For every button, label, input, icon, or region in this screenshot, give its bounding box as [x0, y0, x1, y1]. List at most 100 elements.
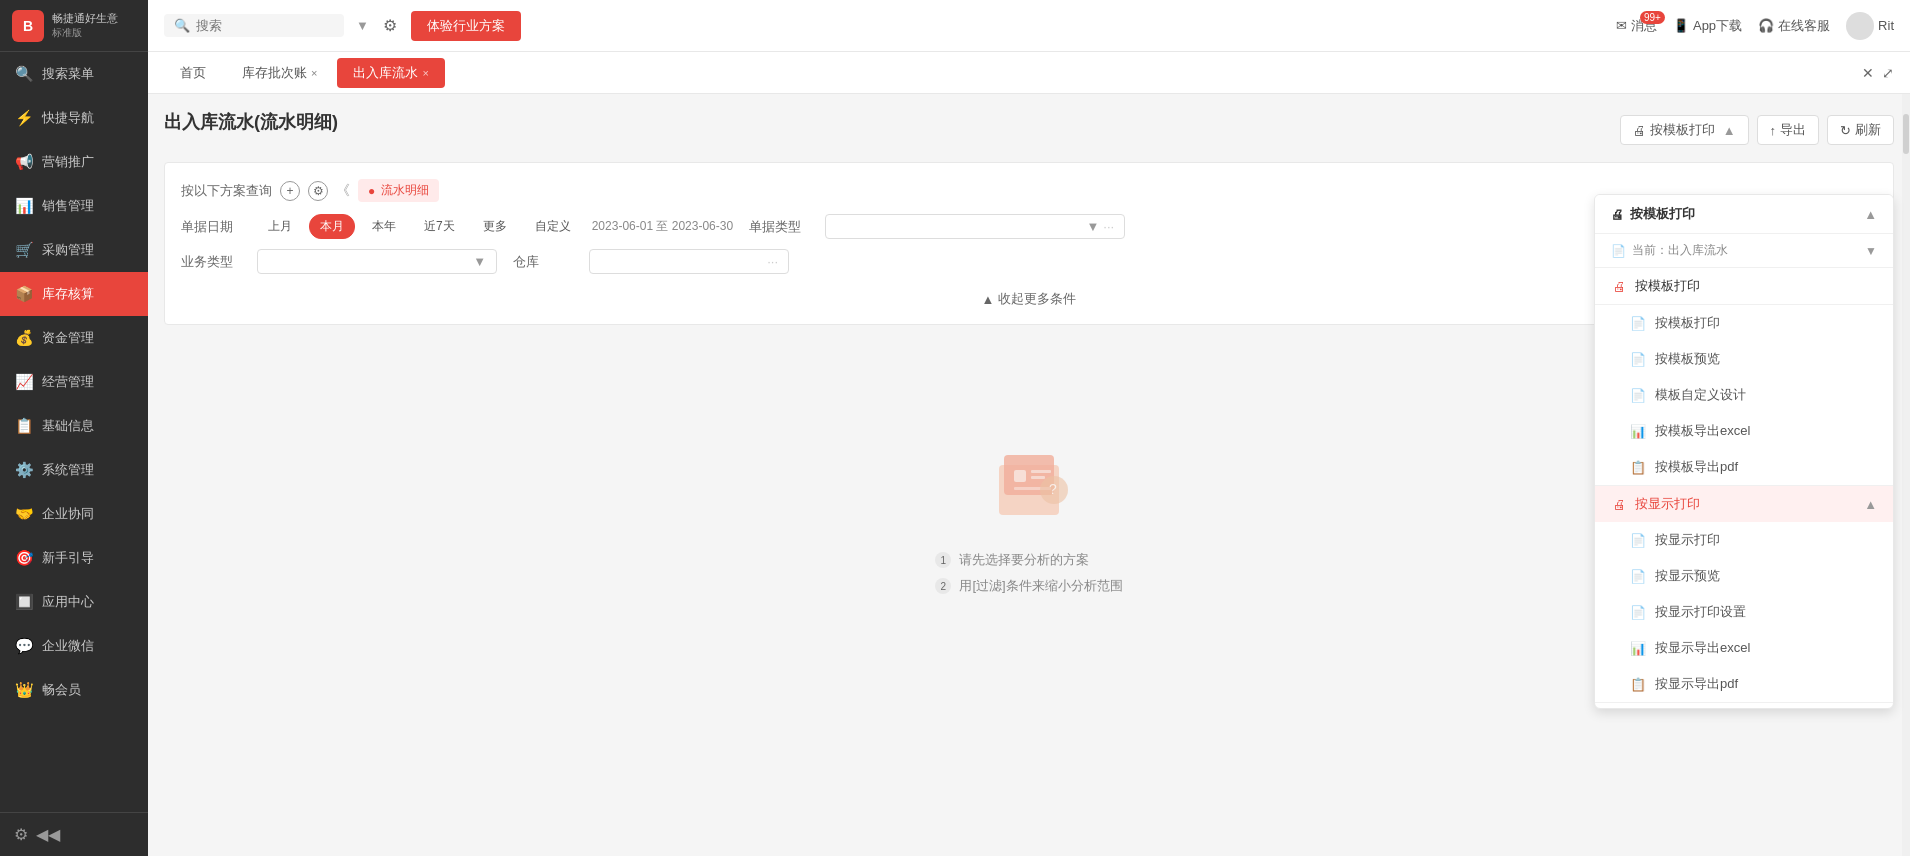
template-export-excel-item[interactable]: 📊 按模板导出excel	[1595, 413, 1893, 449]
filter-tag-icon: ●	[368, 184, 375, 198]
tab-close-all-icon[interactable]: ✕	[1862, 65, 1874, 81]
export-button[interactable]: ↑ 导出	[1757, 115, 1820, 145]
tabbar: 首页 库存批次账 × 出入库流水 × ✕ ⤢	[148, 52, 1910, 94]
step-2-num: 2	[935, 578, 951, 594]
tab-maximize-icon[interactable]: ⤢	[1882, 65, 1894, 81]
refresh-label: 刷新	[1855, 121, 1881, 139]
collapse-conditions-button[interactable]: ▲ 收起更多条件	[982, 290, 1077, 308]
sidebar-item-inventory[interactable]: 📦 库存核算	[0, 272, 148, 316]
display-preview-item-label: 按显示预览	[1655, 567, 1720, 585]
flow-detail-tag[interactable]: ● 流水明细	[358, 179, 439, 202]
filter-add-button[interactable]: +	[280, 181, 300, 201]
vip-icon: 👑	[14, 680, 34, 700]
filter-date-label: 单据日期	[181, 218, 241, 236]
filter-date-last-month[interactable]: 上月	[257, 214, 303, 239]
current-label-text: 当前：出入库流水	[1632, 242, 1728, 259]
sidebar-item-wechat[interactable]: 💬 企业微信	[0, 624, 148, 668]
display-export-excel-item[interactable]: 📊 按显示导出excel	[1595, 630, 1893, 666]
sidebar-item-vip[interactable]: 👑 畅会员	[0, 668, 148, 712]
sidebar-item-operation[interactable]: 📈 经营管理	[0, 360, 148, 404]
sidebar-label-collab: 企业协同	[42, 505, 94, 523]
dropdown-header-chevron[interactable]: ▲	[1864, 207, 1877, 222]
sidebar-item-marketing[interactable]: 📢 营销推广	[0, 140, 148, 184]
refresh-icon: ↻	[1840, 123, 1851, 138]
tab-flow[interactable]: 出入库流水 ×	[337, 58, 444, 88]
tab-home[interactable]: 首页	[164, 58, 222, 88]
filter-date-custom[interactable]: 自定义	[524, 214, 582, 239]
template-preview-item[interactable]: 📄 按模板预览	[1595, 341, 1893, 377]
app-logo: B 畅捷通好生意 标准版	[0, 0, 148, 52]
display-printer-icon: 🖨	[1611, 496, 1627, 512]
template-export-pdf-label: 按模板导出pdf	[1655, 458, 1738, 476]
user-avatar-button[interactable]: Rit	[1846, 12, 1894, 40]
filter-business-type-select[interactable]: ▼	[257, 249, 497, 274]
topbar-search-icon: 🔍	[174, 18, 190, 33]
dropdown-current-row: 📄 当前：出入库流水 ▼	[1595, 234, 1893, 268]
design-icon: 📄	[1631, 388, 1645, 402]
display-print-settings-item[interactable]: 📄 按显示打印设置	[1595, 594, 1893, 630]
online-service-button[interactable]: 🎧 在线客服	[1758, 17, 1830, 35]
refresh-button[interactable]: ↻ 刷新	[1827, 115, 1894, 145]
current-chevron: ▼	[1865, 244, 1877, 258]
tab-batch-close[interactable]: ×	[311, 67, 317, 79]
filter-voucher-type-select[interactable]: ▼ ···	[825, 214, 1125, 239]
tab-batch[interactable]: 库存批次账 ×	[226, 58, 333, 88]
sidebar-item-sales[interactable]: 📊 销售管理	[0, 184, 148, 228]
finance-icon: 💰	[14, 328, 34, 348]
dropdown-scroll-area[interactable]: 🖨 按模板打印 📄 按模板打印 📄 按模板预览 📄	[1595, 268, 1893, 708]
display-print-item[interactable]: 📄 按显示打印	[1595, 522, 1893, 558]
display-print-section-header[interactable]: 🖨 按显示打印 ▲	[1595, 486, 1893, 522]
topbar-search-box[interactable]: 🔍	[164, 14, 344, 37]
sidebar-item-collab[interactable]: 🤝 企业协同	[0, 492, 148, 536]
template-print-section-header[interactable]: 🖨 按模板打印	[1595, 268, 1893, 304]
pdf-icon-2: 📋	[1631, 677, 1645, 691]
sidebar-scroll: 🔍 搜索菜单 ⚡ 快捷导航 📢 营销推广 📊 销售管理 🛒 采购管理 📦 库存核…	[0, 52, 148, 812]
filter-date-this-month[interactable]: 本月	[309, 214, 355, 239]
industry-solution-button[interactable]: 体验行业方案	[411, 11, 521, 41]
content-area: 出入库流水(流水明细) 🖨 按模板打印 ▲ ↑ 导出 ↻ 刷新	[148, 94, 1910, 856]
quicknav-icon: ⚡	[14, 108, 34, 128]
search-input[interactable]	[196, 18, 334, 33]
sidebar-label-operation: 经营管理	[42, 373, 94, 391]
topbar-gear-icon[interactable]: ⚙	[383, 16, 397, 35]
filter-business-chevron: ▼	[473, 254, 486, 269]
template-print-item[interactable]: 📄 按模板打印	[1595, 305, 1893, 341]
dropdown-footer[interactable]: ⚙ 设置默认功能 ▼	[1595, 702, 1893, 708]
sidebar-item-quicknav[interactable]: ⚡ 快捷导航	[0, 96, 148, 140]
sidebar-label-quicknav: 快捷导航	[42, 109, 94, 127]
sidebar-label-system: 系统管理	[42, 461, 94, 479]
template-print-button[interactable]: 🖨 按模板打印 ▲	[1620, 115, 1749, 145]
display-export-pdf-item[interactable]: 📋 按显示导出pdf	[1595, 666, 1893, 702]
sidebar-item-system[interactable]: ⚙️ 系统管理	[0, 448, 148, 492]
settings-bottom-icon[interactable]: ⚙	[14, 825, 28, 844]
apps-icon: 🔲	[14, 592, 34, 612]
collapse-sidebar-icon[interactable]: ◀◀	[36, 825, 60, 844]
topbar-search-chevron[interactable]: ▼	[356, 18, 369, 33]
sidebar-item-finance[interactable]: 💰 资金管理	[0, 316, 148, 360]
filter-date-this-year[interactable]: 本年	[361, 214, 407, 239]
tab-flow-close[interactable]: ×	[422, 67, 428, 79]
user-name: Rit	[1878, 18, 1894, 33]
tab-home-label: 首页	[180, 64, 206, 82]
sidebar-item-purchase[interactable]: 🛒 采购管理	[0, 228, 148, 272]
app-download-icon: 📱	[1673, 18, 1689, 33]
display-preview-item[interactable]: 📄 按显示预览	[1595, 558, 1893, 594]
filter-settings-button[interactable]: ⚙	[308, 181, 328, 201]
filter-date-7days[interactable]: 近7天	[413, 214, 466, 239]
sidebar-item-search[interactable]: 🔍 搜索菜单	[0, 52, 148, 96]
template-custom-design-item[interactable]: 📄 模板自定义设计	[1595, 377, 1893, 413]
filter-voucher-type-label: 单据类型	[749, 218, 809, 236]
sidebar-item-guide[interactable]: 🎯 新手引导	[0, 536, 148, 580]
sidebar-bottom: ⚙ ◀◀	[0, 812, 148, 856]
empty-state-icon: ?	[979, 435, 1079, 535]
filter-warehouse-select[interactable]: ···	[589, 249, 789, 274]
empty-step-2: 2 用[过滤]条件来缩小分析范围	[935, 577, 1122, 595]
message-button[interactable]: ✉ 消息 99+	[1616, 17, 1657, 35]
template-export-pdf-item[interactable]: 📋 按模板导出pdf	[1595, 449, 1893, 485]
sidebar-item-basic[interactable]: 📋 基础信息	[0, 404, 148, 448]
filter-date-more[interactable]: 更多	[472, 214, 518, 239]
sidebar-item-apps[interactable]: 🔲 应用中心	[0, 580, 148, 624]
app-download-button[interactable]: 📱 App下载	[1673, 17, 1742, 35]
doc-icon-1: 📄	[1631, 316, 1645, 330]
filter-collapse-icon[interactable]: 《	[336, 182, 350, 200]
